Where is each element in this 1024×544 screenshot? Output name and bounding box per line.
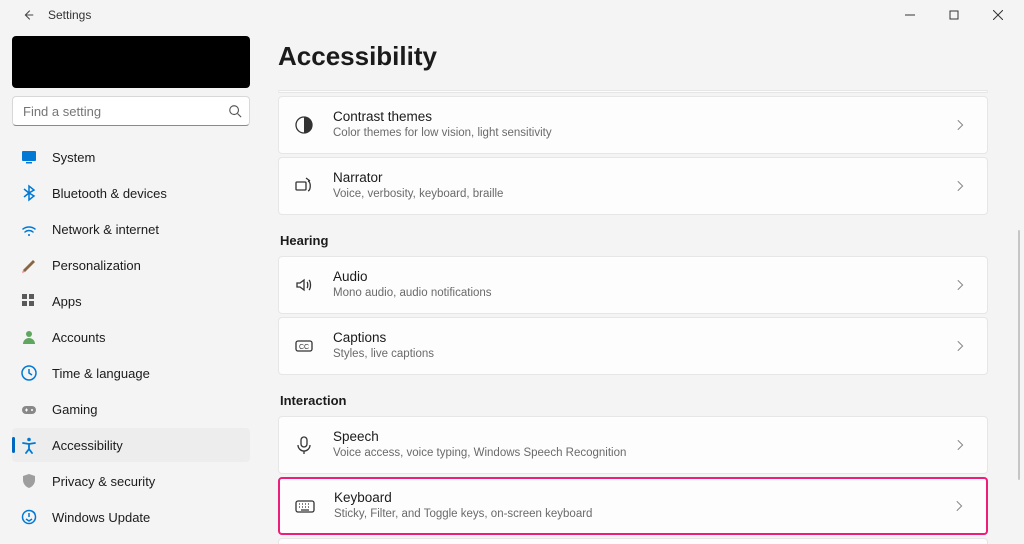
sidebar-item-bluetooth[interactable]: Bluetooth & devices — [12, 176, 250, 210]
sidebar-item-label: Time & language — [52, 366, 150, 381]
sidebar-item-system[interactable]: System — [12, 140, 250, 174]
minimize-button[interactable] — [888, 0, 932, 30]
chevron-right-icon — [953, 176, 969, 196]
network-icon — [20, 220, 38, 238]
setting-card-contrast[interactable]: Contrast themesColor themes for low visi… — [278, 96, 988, 154]
privacy-icon — [20, 472, 38, 490]
bluetooth-icon — [20, 184, 38, 202]
setting-card-narrator[interactable]: NarratorVoice, verbosity, keyboard, brai… — [278, 157, 988, 215]
setting-card-speech[interactable]: SpeechVoice access, voice typing, Window… — [278, 416, 988, 474]
maximize-icon — [949, 10, 959, 20]
search-icon — [228, 104, 242, 118]
card-body: CaptionsStyles, live captions — [333, 330, 953, 362]
minimize-icon — [905, 10, 915, 20]
search-container — [12, 96, 250, 126]
card-title: Speech — [333, 429, 953, 446]
sidebar-item-accessibility[interactable]: Accessibility — [12, 428, 250, 462]
sidebar-item-accounts[interactable]: Accounts — [12, 320, 250, 354]
card-body: AudioMono audio, audio notifications — [333, 269, 953, 301]
account-block[interactable] — [12, 36, 250, 88]
sidebar-item-personalization[interactable]: Personalization — [12, 248, 250, 282]
close-icon — [993, 10, 1003, 20]
sidebar-item-label: Accessibility — [52, 438, 123, 453]
card-title: Keyboard — [334, 490, 952, 507]
sidebar-item-apps[interactable]: Apps — [12, 284, 250, 318]
setting-card-keyboard[interactable]: KeyboardSticky, Filter, and Toggle keys,… — [278, 477, 988, 535]
setting-card-mouse[interactable]: MouseMouse keys, speed, acceleration — [278, 538, 988, 544]
titlebar: Settings — [0, 0, 1024, 30]
sidebar-item-label: Bluetooth & devices — [52, 186, 167, 201]
sidebar-item-label: Privacy & security — [52, 474, 155, 489]
apps-icon — [20, 292, 38, 310]
app-title: Settings — [48, 8, 91, 22]
speech-icon — [293, 434, 315, 456]
card-subtitle: Mono audio, audio notifications — [333, 286, 953, 301]
window-controls — [888, 0, 1020, 30]
sidebar-nav: System Bluetooth & devices Network & inter… — [12, 140, 250, 534]
page-title: Accessibility — [278, 41, 988, 72]
chevron-right-icon — [953, 336, 969, 356]
section-label: Interaction — [280, 393, 988, 408]
card-title: Narrator — [333, 170, 953, 187]
narrator-icon — [293, 175, 315, 197]
accounts-icon — [20, 328, 38, 346]
sidebar-item-label: Accounts — [52, 330, 105, 345]
card-subtitle: Color themes for low vision, light sensi… — [333, 126, 953, 141]
sidebar-item-label: Apps — [52, 294, 82, 309]
search-input[interactable] — [12, 96, 250, 126]
gaming-icon — [20, 400, 38, 418]
card-subtitle: Styles, live captions — [333, 347, 953, 362]
chevron-right-icon — [953, 275, 969, 295]
sidebar-item-label: Gaming — [52, 402, 98, 417]
sidebar-item-label: Personalization — [52, 258, 141, 273]
sidebar-item-time[interactable]: Time & language — [12, 356, 250, 390]
chevron-right-icon — [952, 496, 968, 516]
sidebar-item-privacy[interactable]: Privacy & security — [12, 464, 250, 498]
maximize-button[interactable] — [932, 0, 976, 30]
sidebar-item-update[interactable]: Windows Update — [12, 500, 250, 534]
sidebar: System Bluetooth & devices Network & inter… — [0, 30, 262, 544]
personalization-icon — [20, 256, 38, 274]
sidebar-item-network[interactable]: Network & internet — [12, 212, 250, 246]
time-icon — [20, 364, 38, 382]
chevron-right-icon — [953, 115, 969, 135]
sidebar-item-gaming[interactable]: Gaming — [12, 392, 250, 426]
sidebar-item-label: Network & internet — [52, 222, 159, 237]
card-body: Contrast themesColor themes for low visi… — [333, 109, 953, 141]
update-icon — [20, 508, 38, 526]
card-title: Captions — [333, 330, 953, 347]
close-button[interactable] — [976, 0, 1020, 30]
main-content: Accessibility Contrast themesColor theme… — [262, 30, 1024, 544]
captions-icon — [293, 335, 315, 357]
system-icon — [20, 148, 38, 166]
setting-card-audio[interactable]: AudioMono audio, audio notifications — [278, 256, 988, 314]
card-title: Contrast themes — [333, 109, 953, 126]
contrast-icon — [293, 114, 315, 136]
audio-icon — [293, 274, 315, 296]
card-subtitle: Voice, verbosity, keyboard, braille — [333, 187, 953, 202]
section-label: Hearing — [280, 233, 988, 248]
card-body: KeyboardSticky, Filter, and Toggle keys,… — [334, 490, 952, 522]
card-subtitle: Voice access, voice typing, Windows Spee… — [333, 446, 953, 461]
card-subtitle: Sticky, Filter, and Toggle keys, on-scre… — [334, 507, 952, 522]
card-body: SpeechVoice access, voice typing, Window… — [333, 429, 953, 461]
setting-card-captions[interactable]: CaptionsStyles, live captions — [278, 317, 988, 375]
back-button[interactable] — [16, 3, 40, 27]
card-body: NarratorVoice, verbosity, keyboard, brai… — [333, 170, 953, 202]
scroll-cut-card — [278, 90, 988, 93]
arrow-left-icon — [21, 8, 35, 22]
sidebar-item-label: Windows Update — [52, 510, 150, 525]
sidebar-item-label: System — [52, 150, 95, 165]
keyboard-icon — [294, 495, 316, 517]
accessibility-icon — [20, 436, 38, 454]
scrollbar-thumb[interactable] — [1018, 230, 1020, 480]
chevron-right-icon — [953, 435, 969, 455]
card-title: Audio — [333, 269, 953, 286]
